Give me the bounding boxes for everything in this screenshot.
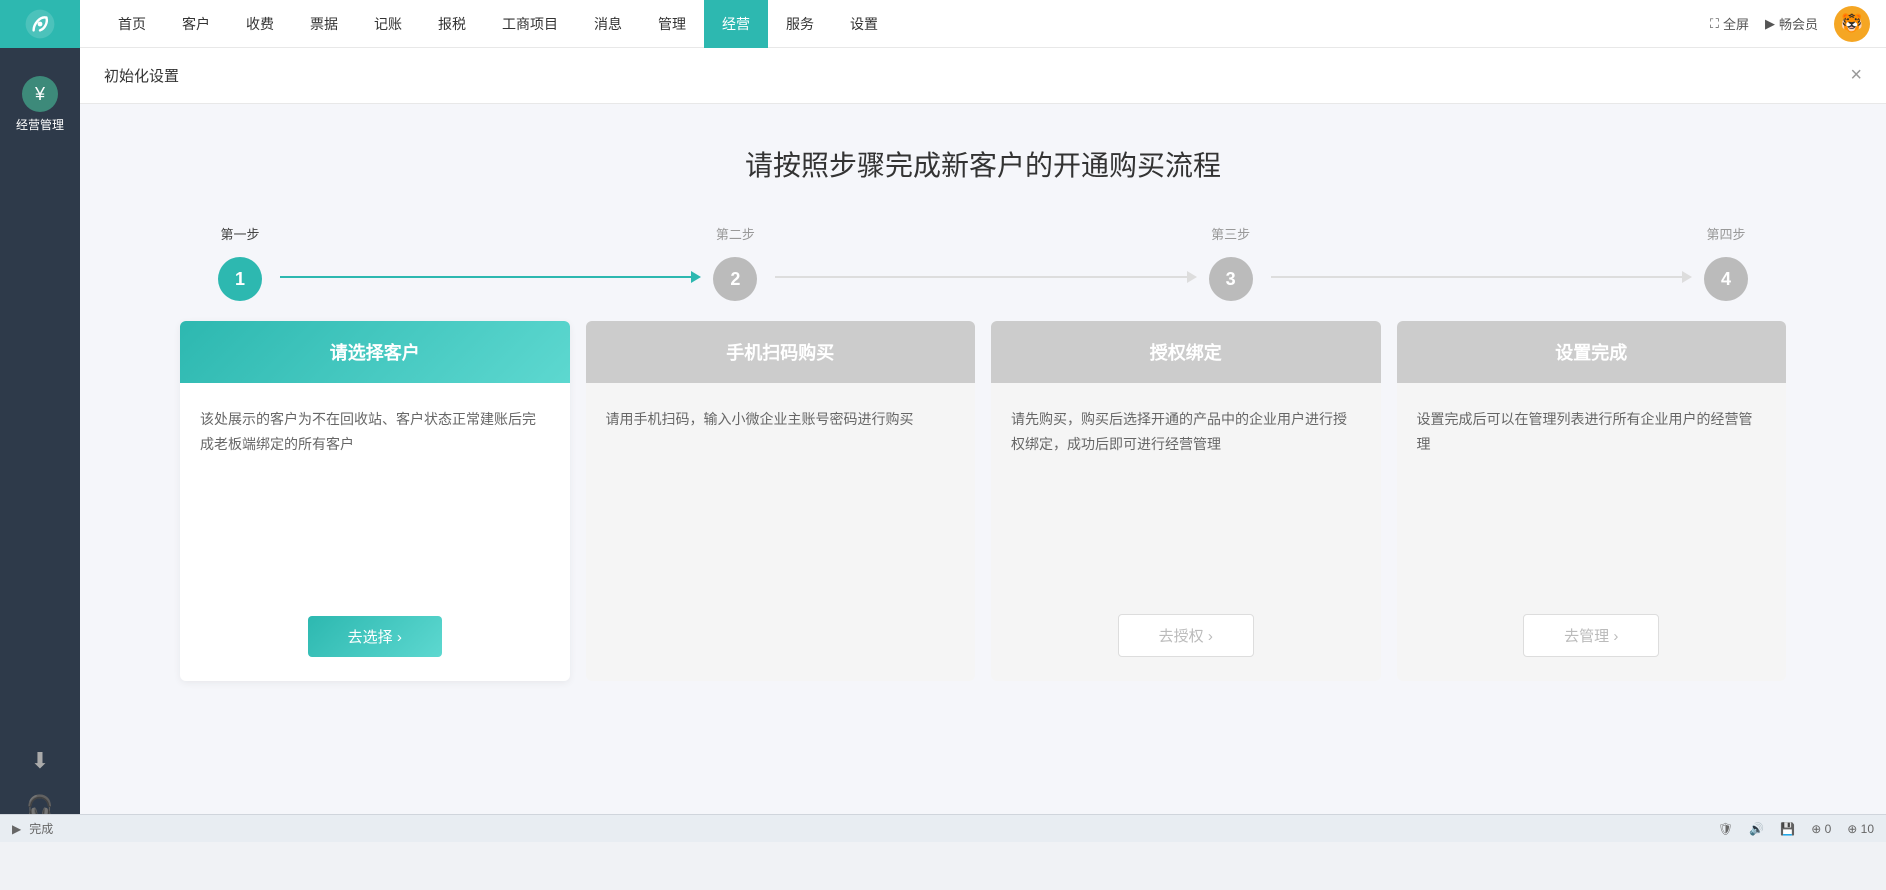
sidebar: ¥ 经营管理 ⬇ 🎧: [0, 48, 80, 842]
card-2: 手机扫码购买 请用手机扫码，输入小微企业主账号密码进行购买: [586, 321, 976, 681]
go-manage-label: 去管理 ›: [1564, 625, 1618, 646]
steps-row: 第一步 1 第二步 2 第三步 3: [140, 224, 1826, 301]
step-4-number: 4: [1721, 269, 1731, 290]
card-4-footer: 去管理 ›: [1397, 598, 1787, 681]
go-select-button[interactable]: 去选择 ›: [308, 616, 442, 657]
card-4: 设置完成 设置完成后可以在管理列表进行所有企业用户的经营管理 去管理 ›: [1397, 321, 1787, 681]
card-2-footer: [586, 641, 976, 681]
card-2-header: 手机扫码购买: [586, 321, 976, 383]
step-4-circle: 4: [1704, 257, 1748, 301]
nav-right: ⛶ 全屏 ▶ 畅会员 🐯: [1710, 6, 1886, 42]
step-2-circle: 2: [713, 257, 757, 301]
card-3-body: 请先购买，购买后选择开通的产品中的企业用户进行授权绑定，成功后即可进行经营管理: [991, 383, 1381, 598]
arrow-2: [775, 276, 1190, 278]
card-4-text: 设置完成后可以在管理列表进行所有企业用户的经营管理: [1417, 411, 1753, 452]
card-1-footer: 去选择 ›: [180, 600, 570, 681]
play-icon: ▶: [1765, 16, 1775, 32]
status-play-icon: ▶: [12, 822, 21, 836]
card-3: 授权绑定 请先购买，购买后选择开通的产品中的企业用户进行授权绑定，成功后即可进行…: [991, 321, 1381, 681]
member-label: 畅会员: [1779, 14, 1818, 33]
nav-logo: [0, 0, 80, 48]
close-button[interactable]: ×: [1850, 64, 1862, 87]
nav-items: 首页 客户 收费 票据 记账 报税 工商项目 消息 管理 经营 服务 设置: [80, 0, 1710, 48]
status-bar-right: 🛡 🔊 💾 ⊕ 0 ⊕ 10: [1718, 822, 1874, 836]
sidebar-label: 经营管理: [16, 116, 64, 133]
go-authorize-button[interactable]: 去授权 ›: [1118, 614, 1254, 657]
nav-industrial[interactable]: 工商项目: [484, 0, 576, 48]
fullscreen-icon: ⛶: [1710, 16, 1719, 32]
card-1-text: 该处展示的客户为不在回收站、客户状态正常建账后完成老板端绑定的所有客户: [200, 411, 536, 452]
nav-invoice[interactable]: 票据: [292, 0, 356, 48]
flow-title: 请按照步骤完成新客户的开通购买流程: [140, 144, 1826, 184]
step-1-wrap: 第一步 1: [200, 224, 280, 301]
step-2-wrap: 第二步 2: [695, 224, 775, 301]
member-button[interactable]: ▶ 畅会员: [1765, 14, 1818, 33]
step-2-label: 第二步: [716, 224, 755, 243]
card-1-body: 该处展示的客户为不在回收站、客户状态正常建账后完成老板端绑定的所有客户: [180, 383, 570, 600]
network-0: ⊕ 0: [1811, 822, 1831, 836]
arrow-1: [280, 276, 695, 278]
main-content: 初始化设置 × 请按照步骤完成新客户的开通购买流程 第一步 1 第二步 2: [80, 48, 1886, 814]
top-nav: 首页 客户 收费 票据 记账 报税 工商项目 消息 管理 经营 服务 设置 ⛶ …: [0, 0, 1886, 48]
card-1-title: 请选择客户: [330, 343, 420, 363]
nav-manage[interactable]: 管理: [640, 0, 704, 48]
card-3-header: 授权绑定: [991, 321, 1381, 383]
yen-icon: ¥: [22, 76, 58, 112]
save-icon: 💾: [1780, 822, 1795, 836]
step-1-circle: 1: [218, 257, 262, 301]
download-icon[interactable]: ⬇: [25, 742, 55, 780]
fullscreen-label: 全屏: [1723, 14, 1749, 33]
nav-service[interactable]: 服务: [768, 0, 832, 48]
nav-message[interactable]: 消息: [576, 0, 640, 48]
step-2-number: 2: [730, 269, 740, 290]
step-1-label: 第一步: [220, 224, 259, 243]
card-3-footer: 去授权 ›: [991, 598, 1381, 681]
card-4-body: 设置完成后可以在管理列表进行所有企业用户的经营管理: [1397, 383, 1787, 598]
page-header: 初始化设置 ×: [80, 48, 1886, 104]
network-10: ⊕ 10: [1847, 822, 1874, 836]
nav-operation[interactable]: 经营: [704, 0, 768, 48]
card-1-header: 请选择客户: [180, 321, 570, 383]
step-3-label: 第三步: [1211, 224, 1250, 243]
fullscreen-button[interactable]: ⛶ 全屏: [1710, 14, 1749, 33]
cards-row: 请选择客户 该处展示的客户为不在回收站、客户状态正常建账后完成老板端绑定的所有客…: [140, 321, 1826, 681]
content-area: 请按照步骤完成新客户的开通购买流程 第一步 1 第二步 2: [80, 104, 1886, 721]
sidebar-operation[interactable]: ¥ 经营管理: [0, 64, 80, 145]
go-select-label: 去选择 ›: [348, 626, 402, 647]
card-4-header: 设置完成: [1397, 321, 1787, 383]
status-bar-left: ▶ 完成: [12, 820, 53, 837]
page-title: 初始化设置: [104, 65, 179, 86]
step-3-number: 3: [1226, 269, 1236, 290]
nav-tax[interactable]: 报税: [420, 0, 484, 48]
go-manage-button[interactable]: 去管理 ›: [1523, 614, 1659, 657]
nav-bookkeeping[interactable]: 记账: [356, 0, 420, 48]
card-2-text: 请用手机扫码，输入小微企业主账号密码进行购买: [606, 411, 914, 427]
step-4-wrap: 第四步 4: [1686, 224, 1766, 301]
go-authorize-label: 去授权 ›: [1159, 625, 1213, 646]
avatar[interactable]: 🐯: [1834, 6, 1870, 42]
card-2-title: 手机扫码购买: [726, 343, 834, 363]
card-4-title: 设置完成: [1555, 343, 1627, 363]
step-3-circle: 3: [1209, 257, 1253, 301]
shield-icon: 🛡: [1718, 822, 1733, 836]
status-label: 完成: [29, 820, 53, 837]
card-2-body: 请用手机扫码，输入小微企业主账号密码进行购买: [586, 383, 976, 641]
step-4-label: 第四步: [1706, 224, 1745, 243]
step-3-wrap: 第三步 3: [1191, 224, 1271, 301]
nav-home[interactable]: 首页: [100, 0, 164, 48]
card-3-text: 请先购买，购买后选择开通的产品中的企业用户进行授权绑定，成功后即可进行经营管理: [1011, 411, 1347, 452]
step-1-number: 1: [235, 269, 245, 290]
volume-icon: 🔊: [1749, 822, 1764, 836]
arrow-3: [1271, 276, 1686, 278]
nav-fee[interactable]: 收费: [228, 0, 292, 48]
card-3-title: 授权绑定: [1150, 343, 1222, 363]
nav-customer[interactable]: 客户: [164, 0, 228, 48]
status-bar: ▶ 完成 🛡 🔊 💾 ⊕ 0 ⊕ 10: [0, 814, 1886, 842]
nav-settings[interactable]: 设置: [832, 0, 896, 48]
card-1: 请选择客户 该处展示的客户为不在回收站、客户状态正常建账后完成老板端绑定的所有客…: [180, 321, 570, 681]
